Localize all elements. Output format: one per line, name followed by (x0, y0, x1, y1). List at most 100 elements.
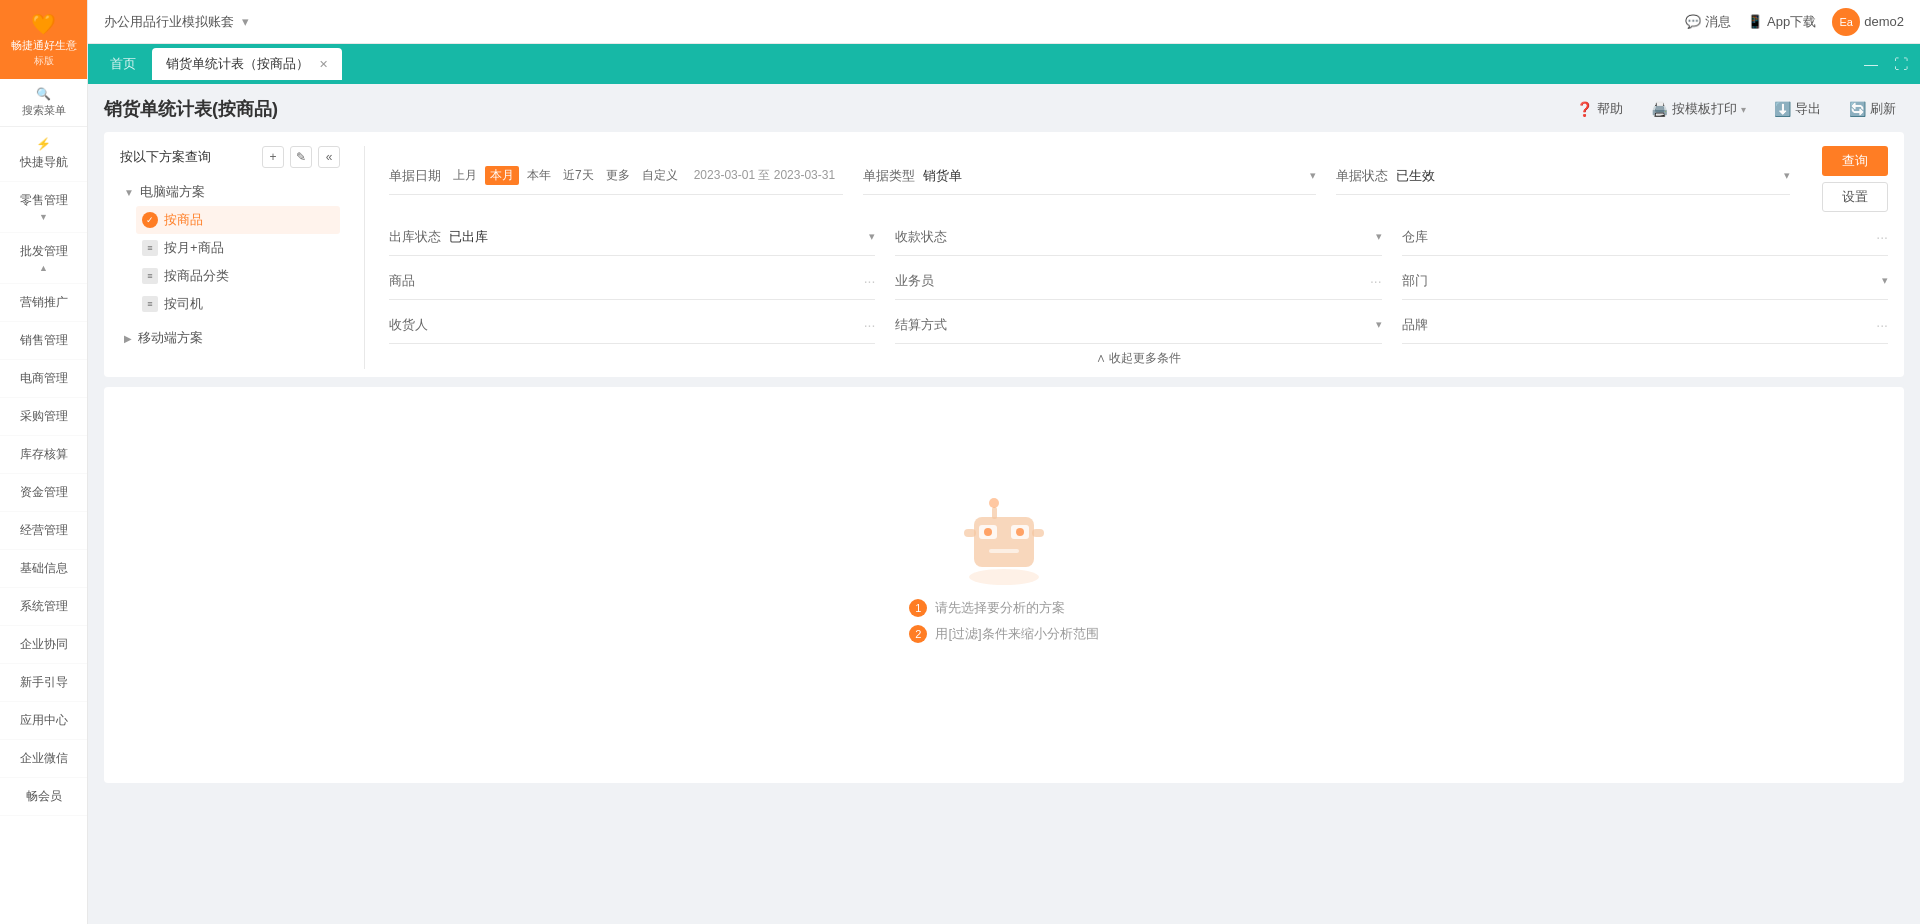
expand-btn[interactable]: ⛶ (1890, 52, 1912, 76)
svg-rect-9 (964, 529, 976, 537)
department-dropdown[interactable]: ▾ (1882, 274, 1888, 287)
retail-label: 零售管理 (20, 192, 68, 209)
finance-label: 资金管理 (20, 484, 68, 501)
message-btn[interactable]: 💬 消息 (1685, 13, 1731, 31)
type-dropdown-icon[interactable]: ▾ (1310, 169, 1316, 182)
sidebar-item-system[interactable]: 系统管理 (0, 588, 87, 626)
filter-container: 按以下方案查询 + ✎ « (120, 146, 1888, 369)
sidebar-item-app-center[interactable]: 应用中心 (0, 702, 87, 740)
date-prev-btn[interactable]: 上月 (449, 166, 481, 185)
sidebar-item-wholesale[interactable]: 批发管理 ▲ (0, 233, 87, 284)
sidebar-item-sales[interactable]: 销售管理 (0, 322, 87, 360)
brand-dots[interactable]: ··· (1876, 317, 1888, 333)
operations-label: 经营管理 (20, 522, 68, 539)
scheme-panel-title: 按以下方案查询 (120, 148, 211, 166)
query-button[interactable]: 查询 (1822, 146, 1888, 176)
tab-active[interactable]: 销货单统计表（按商品） ✕ (152, 48, 342, 80)
date-label: 单据日期 (389, 167, 441, 185)
ecommerce-label: 电商管理 (20, 370, 68, 387)
status-dropdown-icon[interactable]: ▾ (1784, 169, 1790, 182)
inventory-label: 库存核算 (20, 446, 68, 463)
scheme-icon-2: ≡ (142, 268, 158, 284)
date-more-btn[interactable]: 更多 (602, 166, 634, 185)
message-icon: 💬 (1685, 14, 1701, 29)
industry-dropdown-icon[interactable]: ▾ (242, 14, 249, 29)
sidebar-item-quick-nav[interactable]: ⚡ 快捷导航 (0, 127, 87, 182)
filter-consignee: 收货人 ··· (389, 312, 875, 344)
app-download-label: App下载 (1767, 13, 1816, 31)
refresh-btn[interactable]: 🔄 刷新 (1841, 96, 1904, 122)
user-profile[interactable]: Ea demo2 (1832, 8, 1904, 36)
export-btn[interactable]: ⬇️ 导出 (1766, 96, 1829, 122)
date-custom-btn[interactable]: 自定义 (638, 166, 682, 185)
sidebar-item-finance[interactable]: 资金管理 (0, 474, 87, 512)
minimize-btn[interactable]: — (1860, 52, 1882, 76)
empty-illustration (944, 487, 1064, 587)
sidebar-item-guide[interactable]: 新手引导 (0, 664, 87, 702)
sidebar-item-ecommerce[interactable]: 电商管理 (0, 360, 87, 398)
wholesale-label: 批发管理 (20, 243, 68, 260)
settings-button[interactable]: 设置 (1822, 182, 1888, 212)
scheme-item-label-2: 按商品分类 (164, 267, 229, 285)
scheme-items: ✓ 按商品 ≡ 按月+商品 ≡ 按商品分类 (120, 206, 340, 318)
tab-home-label: 首页 (110, 55, 136, 73)
scheme-item-by-goods[interactable]: ✓ 按商品 (136, 206, 340, 234)
sidebar-item-enterprise[interactable]: 企业协同 (0, 626, 87, 664)
tip-text-1: 请先选择要分析的方案 (935, 599, 1065, 617)
empty-tips: 1 请先选择要分析的方案 2 用[过滤]条件来缩小分析范围 (909, 599, 1098, 643)
scheme-collapse-btn[interactable]: « (318, 146, 340, 168)
app-download-btn[interactable]: 📱 App下载 (1747, 13, 1816, 31)
sidebar-item-purchase[interactable]: 采购管理 (0, 398, 87, 436)
sidebar-item-enterprise-wechat[interactable]: 企业微信 (0, 740, 87, 778)
tip-number-1: 1 (909, 599, 927, 617)
collapse-row[interactable]: ∧ 收起更多条件 (389, 344, 1888, 369)
sidebar-search[interactable]: 🔍 搜索菜单 (0, 79, 87, 127)
app-name: 畅捷通好生意 (11, 39, 77, 51)
scheme-category-header-desktop[interactable]: ▼ 电脑端方案 (120, 178, 340, 206)
sidebar-item-basic[interactable]: 基础信息 (0, 550, 87, 588)
tip-text-2: 用[过滤]条件来缩小分析范围 (935, 625, 1098, 643)
filter-date: 单据日期 上月 本月 本年 近7天 更多 自定义 2023-03-01 至 20… (389, 163, 843, 195)
sidebar-item-member[interactable]: 畅会员 (0, 778, 87, 816)
app-logo[interactable]: 🧡 畅捷通好生意 标版 (0, 0, 87, 79)
filter-sales-staff: 业务员 ··· (895, 268, 1381, 300)
sidebar-item-retail[interactable]: 零售管理 ▼ (0, 182, 87, 233)
sidebar-item-operations[interactable]: 经营管理 (0, 512, 87, 550)
collapse-icon: « (326, 150, 333, 164)
system-label: 系统管理 (20, 598, 68, 615)
print-btn[interactable]: 🖨️ 按模板打印 ▾ (1643, 96, 1754, 122)
tab-home[interactable]: 首页 (96, 48, 150, 80)
filter-section: 按以下方案查询 + ✎ « (104, 132, 1904, 377)
scheme-edit-btn[interactable]: ✎ (290, 146, 312, 168)
export-icon: ⬇️ (1774, 101, 1791, 117)
scheme-add-btn[interactable]: + (262, 146, 284, 168)
date-current-btn[interactable]: 本月 (485, 166, 519, 185)
help-btn[interactable]: ❓ 帮助 (1568, 96, 1631, 122)
warehouse-dots[interactable]: ··· (1876, 229, 1888, 245)
stock-status-dropdown[interactable]: ▾ (869, 230, 875, 243)
sales-staff-dots[interactable]: ··· (1370, 273, 1382, 289)
scheme-item-label-1: 按月+商品 (164, 239, 224, 257)
topbar-right: 💬 消息 📱 App下载 Ea demo2 (1685, 8, 1904, 36)
payment-status-dropdown[interactable]: ▾ (1376, 230, 1382, 243)
date-year-btn[interactable]: 本年 (523, 166, 555, 185)
filter-payment-status: 收款状态 ▾ (895, 224, 1381, 256)
settlement-dropdown[interactable]: ▾ (1376, 318, 1382, 331)
scheme-category-header-mobile[interactable]: ▶ 移动端方案 (120, 324, 340, 352)
app-subtitle: 标版 (34, 55, 54, 66)
consignee-label: 收货人 (389, 316, 439, 334)
svg-point-4 (984, 528, 992, 536)
scheme-item-by-driver[interactable]: ≡ 按司机 (136, 290, 340, 318)
add-icon: + (269, 150, 276, 164)
date-week-btn[interactable]: 近7天 (559, 166, 598, 185)
tab-close-btn[interactable]: ✕ (319, 58, 328, 71)
scheme-item-by-category[interactable]: ≡ 按商品分类 (136, 262, 340, 290)
scheme-item-by-month-goods[interactable]: ≡ 按月+商品 (136, 234, 340, 262)
consignee-dots[interactable]: ··· (864, 317, 876, 333)
sidebar-item-marketing[interactable]: 营销推广 (0, 284, 87, 322)
action-buttons: 查询 设置 (1822, 146, 1888, 212)
sidebar-item-inventory[interactable]: 库存核算 (0, 436, 87, 474)
goods-dots[interactable]: ··· (864, 273, 876, 289)
app-download-icon: 📱 (1747, 14, 1763, 29)
mobile-arrow: ▶ (124, 333, 132, 344)
